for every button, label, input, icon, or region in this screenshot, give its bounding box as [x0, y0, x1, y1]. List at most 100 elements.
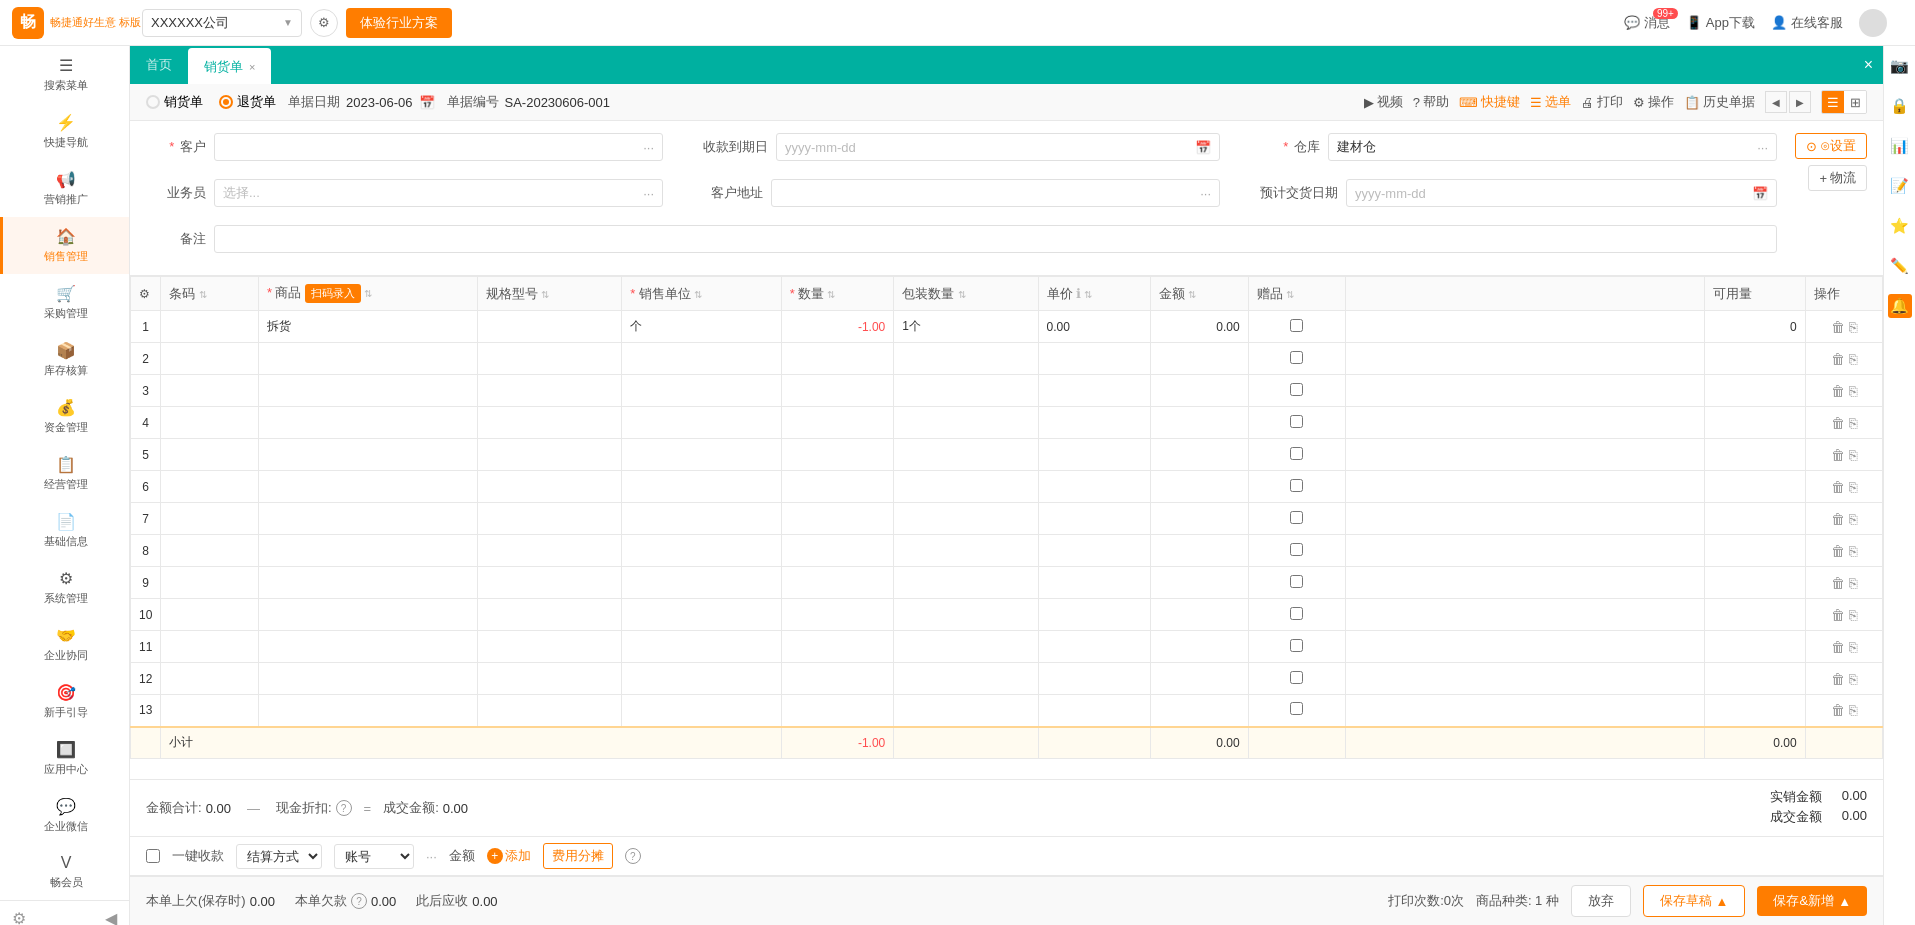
- avatar[interactable]: [1859, 9, 1887, 37]
- company-selector[interactable]: XXXXXX公司 ▼: [142, 9, 302, 37]
- due-date-input[interactable]: yyyy-mm-dd 📅: [776, 133, 1220, 161]
- copy-icon[interactable]: ⎘: [1849, 702, 1857, 718]
- gift-checkbox[interactable]: [1290, 351, 1303, 364]
- tab-bar-close-icon[interactable]: ×: [1864, 56, 1873, 74]
- copy-icon[interactable]: ⎘: [1849, 607, 1857, 623]
- cell-unit[interactable]: 个: [622, 311, 781, 343]
- col-amount-sort[interactable]: ⇅: [1188, 289, 1196, 300]
- col-product-sort[interactable]: ⇅: [364, 288, 372, 299]
- delete-icon[interactable]: 🗑: [1831, 479, 1845, 495]
- sidebar-item-guide[interactable]: 🎯 新手引导: [0, 673, 129, 730]
- gift-checkbox[interactable]: [1290, 479, 1303, 492]
- sidebar-item-marketing[interactable]: 📢 营销推广: [0, 160, 129, 217]
- customer-input[interactable]: ···: [214, 133, 663, 161]
- sidebar-item-search[interactable]: ☰ 搜索菜单: [0, 46, 129, 103]
- video-button[interactable]: ▶ 视频: [1364, 93, 1403, 111]
- shortcut-button[interactable]: ⌨ 快捷键: [1459, 93, 1520, 111]
- gift-checkbox[interactable]: [1290, 639, 1303, 652]
- sidebar-item-vip[interactable]: V 畅会员: [0, 844, 129, 900]
- radio-return[interactable]: 退货单: [219, 93, 276, 111]
- sidebar-item-system[interactable]: ⚙ 系统管理: [0, 559, 129, 616]
- cell-price[interactable]: 0.00: [1038, 311, 1151, 343]
- cell-amount[interactable]: 0.00: [1151, 311, 1249, 343]
- copy-icon[interactable]: ⎘: [1849, 415, 1857, 431]
- app-download-button[interactable]: 📱 App下载: [1686, 14, 1755, 32]
- online-service-button[interactable]: 👤 在线客服: [1771, 14, 1843, 32]
- radio-sales[interactable]: 销货单: [146, 93, 203, 111]
- copy-icon[interactable]: ⎘: [1849, 319, 1857, 335]
- delete-icon[interactable]: 🗑: [1831, 447, 1845, 463]
- customer-dots-icon[interactable]: ···: [643, 140, 654, 155]
- settings-button[interactable]: ⊙ ⊙设置: [1795, 133, 1867, 159]
- copy-icon[interactable]: ⎘: [1849, 671, 1857, 687]
- right-sidebar-photo-icon[interactable]: 📷: [1888, 54, 1912, 78]
- expected-date-calendar-icon[interactable]: 📅: [1752, 186, 1768, 201]
- col-spec-sort[interactable]: ⇅: [541, 289, 549, 300]
- add-payment-button[interactable]: + 添加: [487, 847, 531, 865]
- address-dots-icon[interactable]: ···: [1200, 186, 1211, 201]
- save-new-button[interactable]: 保存&新增 ▲: [1757, 886, 1867, 916]
- gift-checkbox[interactable]: [1290, 511, 1303, 524]
- right-sidebar-lock-icon[interactable]: 🔒: [1888, 94, 1912, 118]
- gift-checkbox[interactable]: [1290, 447, 1303, 460]
- discard-button[interactable]: 放弃: [1571, 885, 1631, 917]
- sidebar-settings-icon[interactable]: ⚙: [12, 909, 26, 925]
- gift-checkbox[interactable]: [1290, 415, 1303, 428]
- history-button[interactable]: 📋 历史单据: [1684, 93, 1755, 111]
- pay-method-select[interactable]: 结算方式: [236, 844, 322, 869]
- cash-discount-help-icon[interactable]: ?: [336, 800, 352, 816]
- gift-checkbox[interactable]: [1290, 383, 1303, 396]
- cell-barcode[interactable]: [161, 311, 259, 343]
- delete-icon[interactable]: 🗑: [1831, 607, 1845, 623]
- col-qty-sort[interactable]: ⇅: [827, 289, 835, 300]
- logistics-button[interactable]: + 物流: [1808, 165, 1867, 191]
- cell-spec[interactable]: [478, 311, 622, 343]
- right-sidebar-chart-icon[interactable]: 📊: [1888, 134, 1912, 158]
- account-dots-icon[interactable]: ···: [426, 849, 437, 864]
- payment-help-icon[interactable]: ?: [625, 848, 641, 864]
- right-sidebar-edit-icon[interactable]: ✏️: [1888, 254, 1912, 278]
- gift-checkbox[interactable]: [1290, 575, 1303, 588]
- col-barcode-sort[interactable]: ⇅: [199, 289, 207, 300]
- pay-account-select[interactable]: 账号: [334, 844, 414, 869]
- delete-icon[interactable]: 🗑: [1831, 543, 1845, 559]
- due-date-calendar-icon[interactable]: 📅: [1195, 140, 1211, 155]
- copy-icon[interactable]: ⎘: [1849, 575, 1857, 591]
- cell-qty[interactable]: -1.00: [781, 311, 894, 343]
- copy-icon[interactable]: ⎘: [1849, 511, 1857, 527]
- right-sidebar-alert-icon[interactable]: 🔔: [1888, 294, 1912, 318]
- gift-checkbox[interactable]: [1290, 319, 1303, 332]
- tab-sales-order[interactable]: 销货单 ×: [188, 48, 271, 86]
- sidebar-item-basic-info[interactable]: 📄 基础信息: [0, 502, 129, 559]
- messages-button[interactable]: 💬 消息 99+: [1624, 14, 1670, 32]
- copy-icon[interactable]: ⎘: [1849, 447, 1857, 463]
- sidebar-item-appstore[interactable]: 🔲 应用中心: [0, 730, 129, 787]
- view-grid-button[interactable]: ⊞: [1844, 91, 1866, 113]
- copy-icon[interactable]: ⎘: [1849, 639, 1857, 655]
- nav-next-button[interactable]: ▶: [1789, 91, 1811, 113]
- warehouse-input[interactable]: 建材仓 ···: [1328, 133, 1777, 161]
- sidebar-item-wecom[interactable]: 💬 企业微信: [0, 787, 129, 844]
- copy-icon[interactable]: ⎘: [1849, 383, 1857, 399]
- address-input[interactable]: ···: [771, 179, 1220, 207]
- help-button[interactable]: ? 帮助: [1413, 93, 1449, 111]
- print-button[interactable]: 🖨 打印: [1581, 93, 1623, 111]
- sidebar-item-inventory[interactable]: 📦 库存核算: [0, 331, 129, 388]
- salesperson-dots-icon[interactable]: ···: [643, 186, 654, 201]
- tab-home[interactable]: 首页: [130, 46, 188, 84]
- nav-prev-button[interactable]: ◀: [1765, 91, 1787, 113]
- expense-button[interactable]: 费用分摊: [543, 843, 613, 869]
- delete-icon[interactable]: 🗑: [1831, 319, 1845, 335]
- delete-icon[interactable]: 🗑: [1831, 671, 1845, 687]
- cell-gift[interactable]: [1248, 311, 1346, 343]
- gift-checkbox[interactable]: [1290, 607, 1303, 620]
- salesperson-input[interactable]: 选择... ···: [214, 179, 663, 207]
- total-debt-help-icon[interactable]: ?: [351, 893, 367, 909]
- sidebar-item-operations[interactable]: 📋 经营管理: [0, 445, 129, 502]
- scan-button[interactable]: 扫码录入: [305, 284, 361, 303]
- date-calendar-icon[interactable]: 📅: [419, 95, 435, 110]
- gift-checkbox[interactable]: [1290, 671, 1303, 684]
- col-gift-sort[interactable]: ⇅: [1286, 289, 1294, 300]
- ops-button[interactable]: ⚙ 操作: [1633, 93, 1674, 111]
- gift-checkbox[interactable]: [1290, 702, 1303, 715]
